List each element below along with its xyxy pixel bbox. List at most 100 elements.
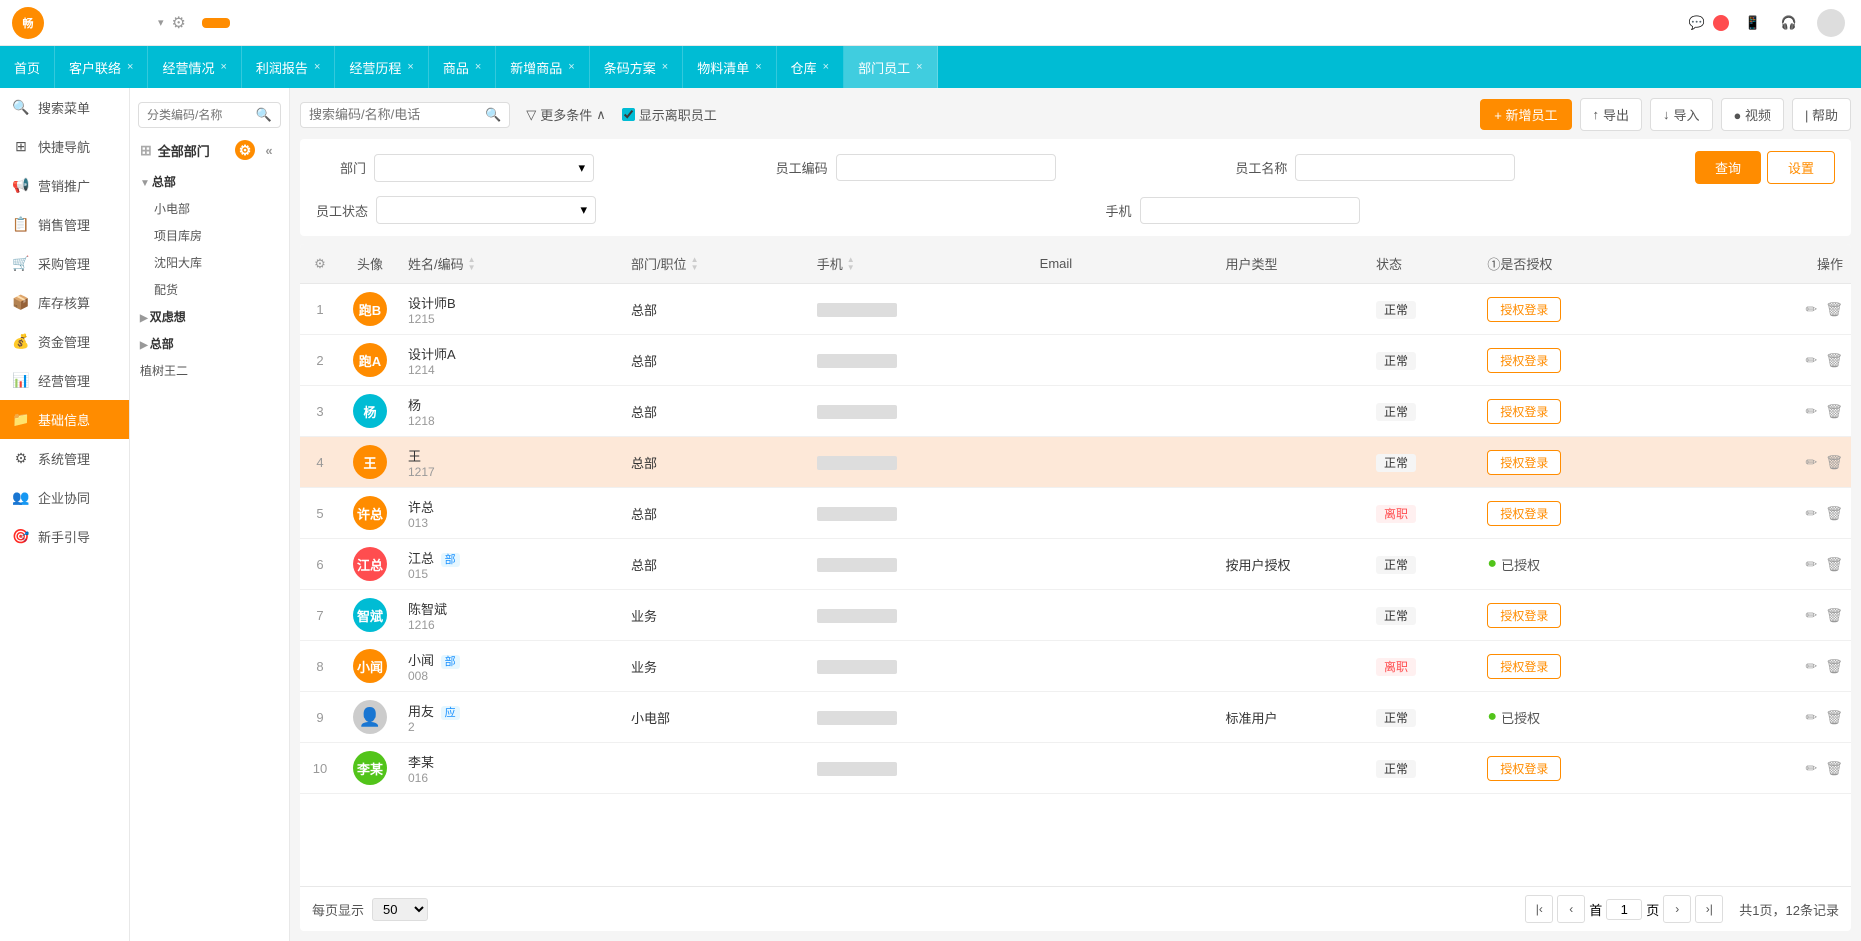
prev-page-button[interactable]: ‹ [1557, 895, 1585, 923]
show-archived-toggle[interactable]: 显示离职员工 [622, 105, 717, 124]
dept-add-btn[interactable]: ⚙ [235, 140, 255, 160]
close-icon[interactable]: × [475, 61, 481, 73]
more-filter-button[interactable]: ▽ 更多条件 ∧ [518, 101, 614, 128]
close-icon[interactable]: × [314, 61, 320, 73]
dept-group-zongbu2[interactable]: ▶总部 [130, 330, 289, 357]
add-employee-button[interactable]: + 新增员工 [1480, 99, 1571, 130]
import-button[interactable]: ↓ 导入 [1650, 98, 1713, 131]
th-name[interactable]: 姓名/编码 ▲ ▼ [400, 244, 623, 284]
page-number-input[interactable] [1606, 899, 1642, 920]
tab-barcode[interactable]: 条码方案 × [590, 46, 683, 88]
sidebar-item-guide[interactable]: 🎯 新手引导 [0, 517, 129, 556]
sidebar-item-purchase[interactable]: 🛒 采购管理 [0, 244, 129, 283]
edit-button[interactable]: ✏ [1805, 505, 1817, 522]
dept-group-zongbu[interactable]: ▼总部 [130, 168, 289, 195]
sidebar-item-business[interactable]: 📊 经营管理 [0, 361, 129, 400]
trial-button[interactable] [202, 18, 230, 28]
sidebar-item-system[interactable]: ⚙ 系统管理 [0, 439, 129, 478]
sidebar-item-base-info[interactable]: 📁 基础信息 [0, 400, 129, 439]
tab-operation[interactable]: 经营情况 × [148, 46, 241, 88]
auth-login-button[interactable]: 授权登录 [1487, 756, 1561, 781]
last-page-button[interactable]: ›| [1695, 895, 1723, 923]
th-dept[interactable]: 部门/职位 ▲ ▼ [623, 244, 809, 284]
search-box[interactable]: 🔍 [300, 102, 510, 128]
close-icon[interactable]: × [127, 61, 133, 73]
auth-login-button[interactable]: 授权登录 [1487, 654, 1561, 679]
sidebar-item-inventory[interactable]: 📦 库存核算 [0, 283, 129, 322]
sidebar-item-sales[interactable]: 📋 销售管理 [0, 205, 129, 244]
tab-history[interactable]: 经营历程 × [335, 46, 428, 88]
dept-search-box[interactable]: 🔍 [138, 102, 281, 128]
delete-button[interactable]: 🗑 [1825, 352, 1843, 369]
close-icon[interactable]: × [568, 61, 574, 73]
tab-add-goods[interactable]: 新增商品 × [496, 46, 589, 88]
auth-login-button[interactable]: 授权登录 [1487, 348, 1561, 373]
auth-login-button[interactable]: 授权登录 [1487, 603, 1561, 628]
edit-button[interactable]: ✏ [1805, 352, 1817, 369]
dept-collapse-btn[interactable]: « [259, 140, 279, 160]
search-input[interactable] [309, 107, 479, 122]
delete-button[interactable]: 🗑 [1825, 709, 1843, 726]
dept-sort[interactable]: 部门/职位 ▲ ▼ [631, 254, 699, 273]
next-page-button[interactable]: › [1663, 895, 1691, 923]
set-button[interactable]: 设置 [1767, 151, 1835, 184]
show-archived-checkbox[interactable] [622, 108, 635, 121]
tab-profit[interactable]: 利润报告 × [242, 46, 335, 88]
sidebar-item-finance[interactable]: 💰 资金管理 [0, 322, 129, 361]
delete-button[interactable]: 🗑 [1825, 301, 1843, 318]
edit-button[interactable]: ✏ [1805, 760, 1817, 777]
edit-button[interactable]: ✏ [1805, 556, 1817, 573]
sidebar-item-quick-nav[interactable]: ⊞ 快捷导航 [0, 127, 129, 166]
system-dropdown-arrow[interactable]: ▾ [158, 16, 164, 29]
close-icon[interactable]: × [916, 61, 922, 73]
dept-item-xiangmukufang[interactable]: 项目库房 [130, 222, 289, 249]
message-button[interactable]: 💬 [1688, 15, 1728, 31]
first-page-button[interactable]: |‹ [1525, 895, 1553, 923]
search-btn-icon[interactable]: 🔍 [485, 107, 501, 123]
dept-item-xiaodibu[interactable]: 小电部 [130, 195, 289, 222]
delete-button[interactable]: 🗑 [1825, 760, 1843, 777]
edit-button[interactable]: ✏ [1805, 607, 1817, 624]
help-button[interactable]: | 帮助 [1792, 98, 1851, 131]
tab-bom[interactable]: 物料清单 × [683, 46, 776, 88]
page-size-select[interactable]: 50 100 [372, 898, 428, 921]
auth-login-button[interactable]: 授权登录 [1487, 399, 1561, 424]
tab-home[interactable]: 首页 [0, 46, 55, 88]
delete-button[interactable]: 🗑 [1825, 658, 1843, 675]
filter-empcode-input[interactable] [836, 154, 1056, 181]
tab-dept-staff[interactable]: 部门员工 × [844, 46, 937, 88]
delete-button[interactable]: 🗑 [1825, 607, 1843, 624]
phone-sort[interactable]: 手机 ▲ ▼ [817, 254, 855, 273]
close-icon[interactable]: × [220, 61, 226, 73]
sidebar-item-search[interactable]: 🔍 搜索菜单 [0, 88, 129, 127]
th-settings[interactable]: ⚙ [300, 244, 340, 284]
filter-dept-select[interactable]: ▾ [374, 154, 594, 182]
filter-status-select[interactable]: ▾ [376, 196, 596, 224]
delete-button[interactable]: 🗑 [1825, 505, 1843, 522]
tab-goods[interactable]: 商品 × [429, 46, 496, 88]
edit-button[interactable]: ✏ [1805, 403, 1817, 420]
th-phone[interactable]: 手机 ▲ ▼ [809, 244, 1032, 284]
delete-button[interactable]: 🗑 [1825, 403, 1843, 420]
user-menu[interactable] [1817, 9, 1849, 37]
dept-item-zhishuwanger[interactable]: 植树王二 [130, 357, 289, 384]
dept-item-peihuo[interactable]: 配货 [130, 276, 289, 303]
dept-search-input[interactable] [147, 108, 252, 122]
edit-button[interactable]: ✏ [1805, 301, 1817, 318]
sidebar-item-marketing[interactable]: 📢 营销推广 [0, 166, 129, 205]
tab-warehouse[interactable]: 仓库 × [777, 46, 844, 88]
auth-login-button[interactable]: 授权登录 [1487, 501, 1561, 526]
edit-button[interactable]: ✏ [1805, 658, 1817, 675]
filter-phone-input[interactable] [1140, 197, 1360, 224]
search-button[interactable]: 查询 [1695, 151, 1761, 184]
filter-empname-input[interactable] [1295, 154, 1515, 181]
delete-button[interactable]: 🗑 [1825, 454, 1843, 471]
dept-item-shenyangdaku[interactable]: 沈阳大库 [130, 249, 289, 276]
app-download-button[interactable]: 📱 [1745, 15, 1765, 31]
export-button[interactable]: ↑ 导出 [1580, 98, 1643, 131]
close-icon[interactable]: × [407, 61, 413, 73]
auth-login-button[interactable]: 授权登录 [1487, 450, 1561, 475]
edit-button[interactable]: ✏ [1805, 709, 1817, 726]
view-button[interactable]: ● 视频 [1721, 98, 1784, 131]
delete-button[interactable]: 🗑 [1825, 556, 1843, 573]
